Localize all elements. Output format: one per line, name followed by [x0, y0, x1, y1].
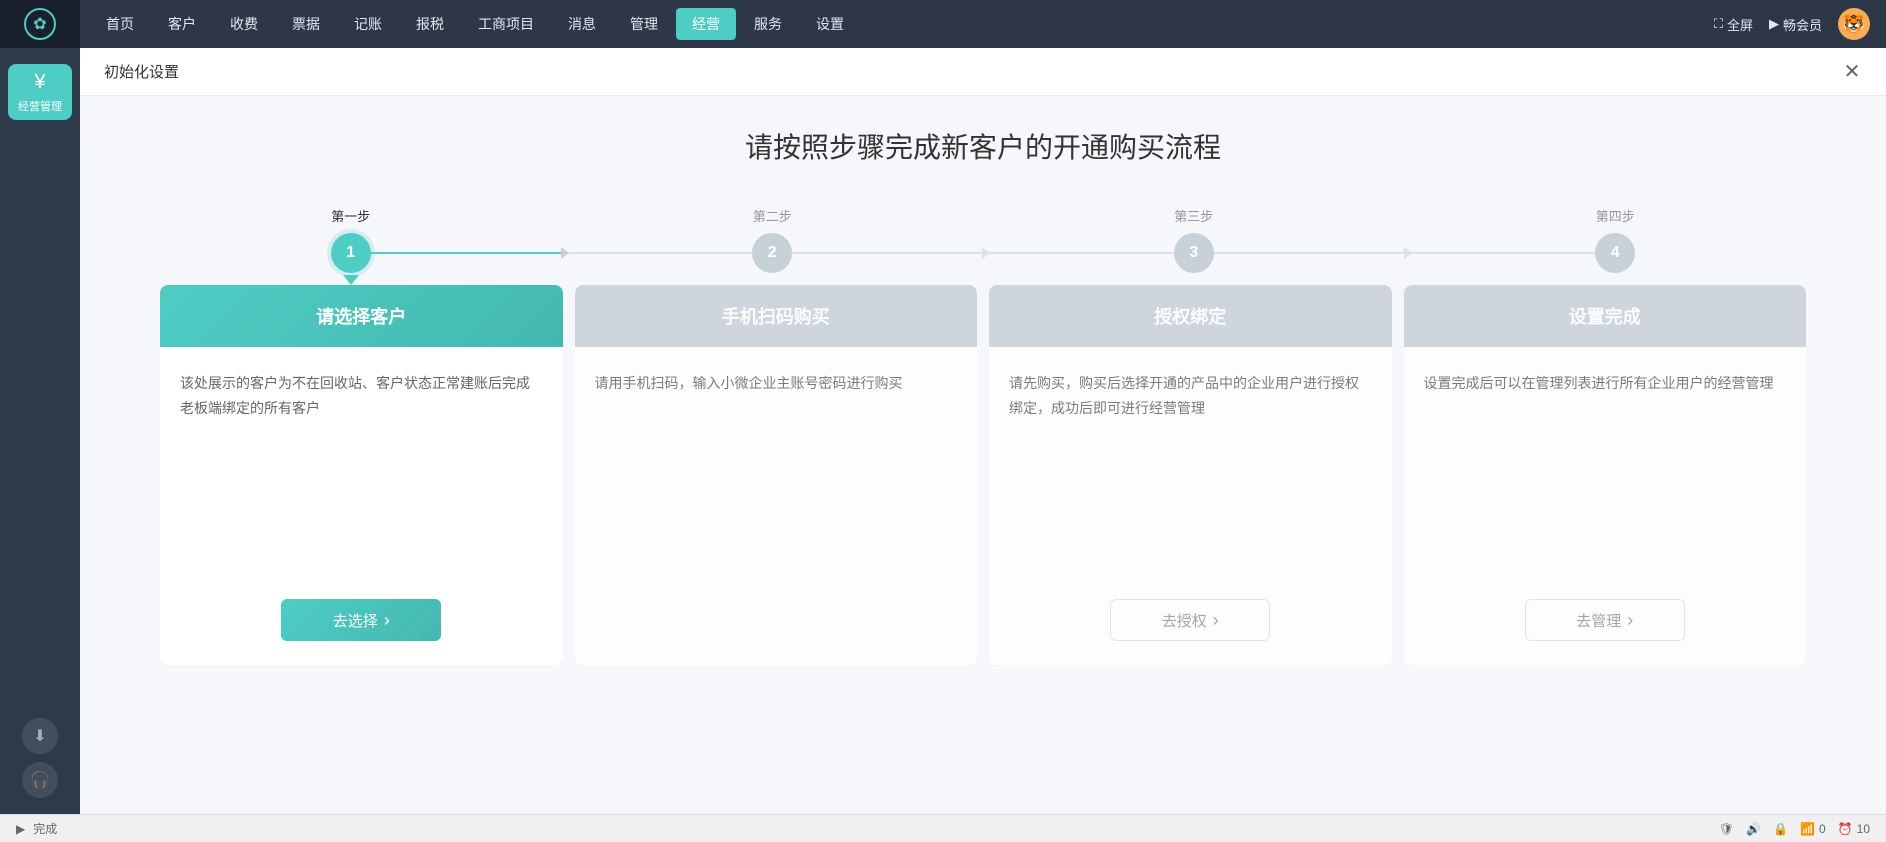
nav-operation[interactable]: 经营: [676, 8, 736, 40]
page-title: 初始化设置: [104, 61, 179, 82]
step-1-card: 请选择客户 该处展示的客户为不在回收站、客户状态正常建账后完成老板端绑定的所有客…: [160, 285, 563, 665]
page-header: 初始化设置 ✕: [80, 48, 1886, 96]
main-content-area: 初始化设置 ✕ 请按照步骤完成新客户的开通购买流程 第一步 1: [80, 48, 1886, 814]
member-button[interactable]: ▶ 畅会员: [1769, 15, 1822, 34]
step-1-pointer: [343, 275, 359, 285]
network-icon: 📶: [1800, 822, 1815, 836]
member-label: 畅会员: [1783, 15, 1822, 34]
step-2-card-body: 请用手机扫码，输入小微企业主账号密码进行购买: [575, 347, 978, 625]
volume-icon: 🔊: [1746, 822, 1761, 836]
status-bar: ▶ 完成 🛡 🔊 🔒 📶 0 ⏰ 10: [0, 814, 1886, 842]
time-status: ⏰ 10: [1838, 822, 1870, 836]
step-1-card-header: 请选择客户: [160, 285, 563, 347]
download-button[interactable]: ⬇: [22, 718, 58, 754]
step-4-card-footer: 去管理 ›: [1404, 583, 1807, 665]
step-4-label: 第四步: [1596, 206, 1635, 225]
download-icon: ⬇: [33, 726, 46, 746]
step-2-header: 第二步 2: [562, 206, 984, 285]
go-select-button[interactable]: 去选择 ›: [281, 599, 441, 641]
go-manage-button[interactable]: 去管理 ›: [1525, 599, 1685, 641]
step-1-card-footer: 去选择 ›: [160, 583, 563, 665]
nav-settings[interactable]: 设置: [800, 8, 860, 40]
step-3-card-header: 授权绑定: [989, 285, 1392, 347]
avatar[interactable]: 🐯: [1838, 8, 1870, 40]
step-1-header: 第一步 1: [140, 206, 562, 285]
operation-icon: ¥: [34, 71, 45, 94]
nav-manage[interactable]: 管理: [614, 8, 674, 40]
top-navigation: ✿ 首页 客户 收费 票据 记账 报税 工商项目 消息 管理 经营 服务 设置 …: [0, 0, 1886, 48]
main-title: 请按照步骤完成新客户的开通购买流程: [120, 126, 1846, 166]
step-3-card-footer: 去授权 ›: [989, 583, 1392, 665]
nav-home[interactable]: 首页: [90, 8, 150, 40]
fullscreen-button[interactable]: ⛶ 全屏: [1714, 15, 1753, 34]
support-button[interactable]: 🎧: [22, 762, 58, 798]
step-3-circle: 3: [1174, 233, 1214, 273]
nav-menu: 首页 客户 收费 票据 记账 报税 工商项目 消息 管理 经营 服务 设置: [80, 8, 1714, 40]
step-1-label: 第一步: [331, 206, 370, 225]
step-3-card: 授权绑定 请先购买，购买后选择开通的产品中的企业用户进行授权绑定，成功后即可进行…: [989, 285, 1392, 665]
sidebar-label-operation: 经营管理: [18, 98, 62, 114]
go-select-arrow: ›: [384, 610, 390, 631]
step-2-card: 手机扫码购买 请用手机扫码，输入小微企业主账号密码进行购买: [575, 285, 978, 665]
nav-message[interactable]: 消息: [552, 8, 612, 40]
go-authorize-label: 去授权: [1162, 610, 1207, 631]
go-authorize-button[interactable]: 去授权 ›: [1110, 599, 1270, 641]
shield-status: 🛡: [1719, 822, 1734, 836]
step-1-card-body: 该处展示的客户为不在回收站、客户状态正常建账后完成老板端绑定的所有客户: [160, 347, 563, 583]
nav-customer[interactable]: 客户: [152, 8, 212, 40]
go-manage-label: 去管理: [1576, 610, 1621, 631]
status-bar-left: ▶ 完成: [16, 820, 57, 837]
network-value: 0: [1819, 822, 1826, 836]
step-2-circle: 2: [752, 233, 792, 273]
play-icon: ▶: [16, 822, 25, 836]
nav-accounting[interactable]: 记账: [338, 8, 398, 40]
sidebar-bottom: ⬇ 🎧: [22, 718, 58, 814]
step-2-card-header: 手机扫码购买: [575, 285, 978, 347]
nav-fee[interactable]: 收费: [214, 8, 274, 40]
step-3-card-body: 请先购买，购买后选择开通的产品中的企业用户进行授权绑定，成功后即可进行经营管理: [989, 347, 1392, 583]
step-4-card-header: 设置完成: [1404, 285, 1807, 347]
fullscreen-icon: ⛶: [1714, 16, 1723, 32]
nav-tax[interactable]: 报税: [400, 8, 460, 40]
go-select-label: 去选择: [333, 610, 378, 631]
headset-icon: 🎧: [30, 770, 50, 790]
step-4-circle: 4: [1595, 233, 1635, 273]
content-area: 请按照步骤完成新客户的开通购买流程 第一步 1: [80, 96, 1886, 814]
play-icon: ▶: [1769, 16, 1779, 32]
step-4-card-body: 设置完成后可以在管理列表进行所有企业用户的经营管理: [1404, 347, 1807, 583]
cards-row: 请选择客户 该处展示的客户为不在回收站、客户状态正常建账后完成老板端绑定的所有客…: [140, 285, 1826, 665]
volume-status: 🔊: [1746, 822, 1761, 836]
lock-icon: 🔒: [1773, 822, 1788, 836]
status-text: 完成: [33, 820, 57, 837]
shield-icon: 🛡: [1719, 822, 1734, 836]
step-4-header: 第四步 4: [1405, 206, 1827, 285]
go-manage-arrow: ›: [1627, 610, 1633, 631]
step-2-card-footer: [575, 625, 978, 665]
nav-invoice[interactable]: 票据: [276, 8, 336, 40]
step-2-label: 第二步: [753, 206, 792, 225]
network-status: 📶 0: [1800, 822, 1826, 836]
steps-section: 第一步 1 第二步: [120, 206, 1846, 665]
status-bar-right: 🛡 🔊 🔒 📶 0 ⏰ 10: [1719, 822, 1870, 836]
sidebar: ¥ 经营管理 ⬇ 🎧: [0, 48, 80, 814]
time-value: 10: [1857, 822, 1870, 836]
step-3-header: 第三步 3: [983, 206, 1405, 285]
nav-right-area: ⛶ 全屏 ▶ 畅会员 🐯: [1714, 8, 1886, 40]
main-layout: ¥ 经营管理 ⬇ 🎧 初始化设置 ✕ 请按照步骤完成新客户的开通购买流程: [0, 48, 1886, 814]
steps-header-row: 第一步 1 第二步: [140, 206, 1826, 285]
step-3-label: 第三步: [1174, 206, 1213, 225]
go-authorize-arrow: ›: [1213, 610, 1219, 631]
nav-business[interactable]: 工商项目: [462, 8, 550, 40]
step-4-card: 设置完成 设置完成后可以在管理列表进行所有企业用户的经营管理 去管理 ›: [1404, 285, 1807, 665]
nav-service[interactable]: 服务: [738, 8, 798, 40]
logo-area: ✿: [0, 0, 80, 48]
sidebar-item-operation[interactable]: ¥ 经营管理: [8, 64, 72, 120]
lock-status: 🔒: [1773, 822, 1788, 836]
step-1-circle: 1: [331, 233, 371, 273]
logo-icon: ✿: [24, 8, 56, 40]
fullscreen-label: 全屏: [1727, 15, 1753, 34]
close-button[interactable]: ✕: [1842, 62, 1862, 82]
time-icon: ⏰: [1838, 822, 1853, 836]
